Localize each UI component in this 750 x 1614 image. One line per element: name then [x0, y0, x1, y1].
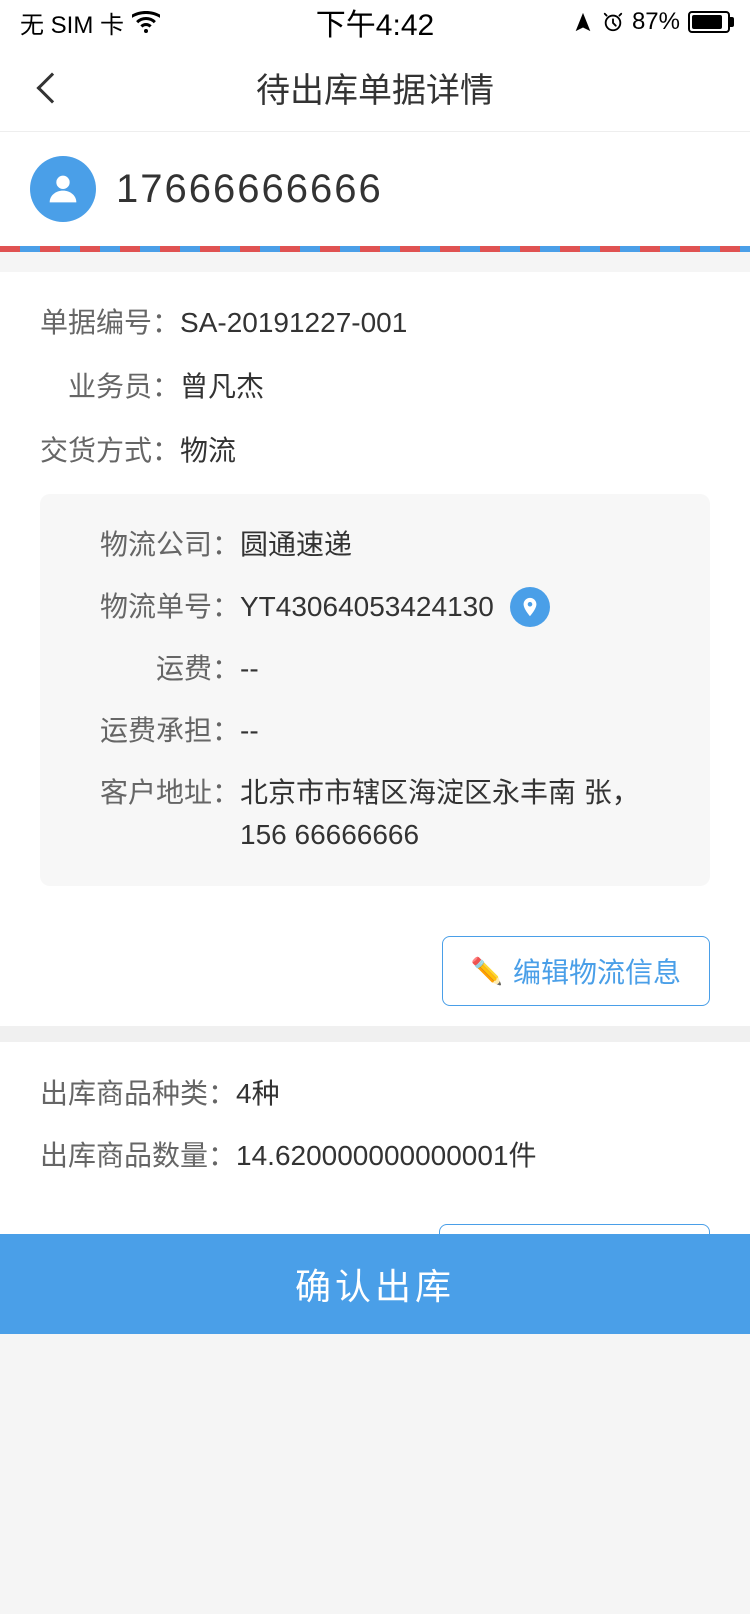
battery-icon — [688, 11, 730, 33]
logistics-company-row: 物流公司： 圆通速递 — [80, 524, 670, 566]
order-no-row: 单据编号： SA-20191227-001 — [40, 302, 710, 344]
address-value: 北京市市辖区海淀区永丰南 张，156 66666666 — [240, 772, 670, 856]
freight-row: 运费： -- — [80, 648, 670, 690]
tracking-no-value: YT43064053424130 — [240, 586, 670, 628]
goods-quantity-value: 14.620000000000001件 — [236, 1134, 710, 1174]
freight-bearer-label: 运费承担： — [80, 710, 240, 752]
confirm-section: 确认出库 — [0, 1234, 750, 1334]
tracking-location-button[interactable] — [510, 587, 550, 627]
goods-section: 出库商品种类： 4种 出库商品数量： 14.620000000000001件 — [0, 1042, 750, 1204]
logistics-company-value: 圆通速递 — [240, 524, 670, 566]
address-row: 客户地址： 北京市市辖区海淀区永丰南 张，156 66666666 — [80, 772, 670, 856]
freight-label: 运费： — [80, 648, 240, 690]
freight-value: -- — [240, 648, 670, 690]
order-info-section: 单据编号： SA-20191227-001 业务员： 曾凡杰 交货方式： 物流 … — [0, 272, 750, 916]
goods-quantity-row: 出库商品数量： 14.620000000000001件 — [40, 1134, 710, 1174]
status-bar: 无 SIM 卡 下午4:42 87% — [0, 0, 750, 44]
customer-section: 17666666666 — [0, 132, 750, 246]
order-no-value: SA-20191227-001 — [180, 302, 710, 344]
delivery-method-label: 交货方式： — [40, 430, 180, 472]
salesman-value: 曾凡杰 — [180, 366, 710, 408]
customer-phone: 17666666666 — [116, 167, 383, 212]
goods-types-label: 出库商品种类： — [40, 1072, 236, 1112]
tracking-no-label: 物流单号： — [80, 586, 240, 628]
location-arrow-icon — [572, 11, 594, 33]
delivery-method-row: 交货方式： 物流 — [40, 430, 710, 472]
tracking-no-row: 物流单号： YT43064053424130 — [80, 586, 670, 628]
status-bar-right: 87% — [572, 8, 730, 36]
nav-bar: 待出库单据详情 — [0, 44, 750, 132]
edit-logistics-button[interactable]: ✏️ 编辑物流信息 — [442, 936, 710, 1006]
wifi-icon — [132, 11, 160, 33]
edit-icon: ✏️ — [471, 956, 503, 987]
salesman-label: 业务员： — [40, 366, 180, 408]
battery-percent: 87% — [632, 8, 680, 36]
salesman-row: 业务员： 曾凡杰 — [40, 366, 710, 408]
edit-section: ✏️ 编辑物流信息 — [0, 916, 750, 1026]
edit-btn-label: 编辑物流信息 — [513, 951, 681, 991]
goods-quantity-label: 出库商品数量： — [40, 1134, 236, 1174]
alarm-icon — [602, 11, 624, 33]
freight-bearer-row: 运费承担： -- — [80, 710, 670, 752]
goods-types-row: 出库商品种类： 4种 — [40, 1072, 710, 1112]
logistics-company-label: 物流公司： — [80, 524, 240, 566]
status-bar-time: 下午4:42 — [316, 0, 434, 44]
carrier-label: 无 SIM 卡 — [20, 5, 124, 40]
delivery-method-value: 物流 — [180, 430, 710, 472]
back-button[interactable] — [30, 66, 74, 110]
address-label: 客户地址： — [80, 772, 240, 814]
page-title: 待出库单据详情 — [256, 63, 494, 112]
section-divider — [0, 1026, 750, 1042]
tracking-number-text: YT43064053424130 — [240, 586, 494, 628]
dashed-divider — [0, 246, 750, 252]
confirm-outbound-button[interactable]: 确认出库 — [0, 1234, 750, 1334]
status-bar-left: 无 SIM 卡 — [20, 5, 160, 40]
logistics-card: 物流公司： 圆通速递 物流单号： YT43064053424130 运费： -- — [40, 494, 710, 886]
order-no-label: 单据编号： — [40, 302, 180, 344]
empty-space — [0, 1314, 750, 1514]
location-pin-icon — [519, 596, 541, 618]
user-icon — [43, 169, 83, 209]
freight-bearer-value: -- — [240, 710, 670, 752]
goods-types-value: 4种 — [236, 1072, 710, 1112]
back-arrow-icon — [36, 72, 67, 103]
avatar — [30, 156, 96, 222]
